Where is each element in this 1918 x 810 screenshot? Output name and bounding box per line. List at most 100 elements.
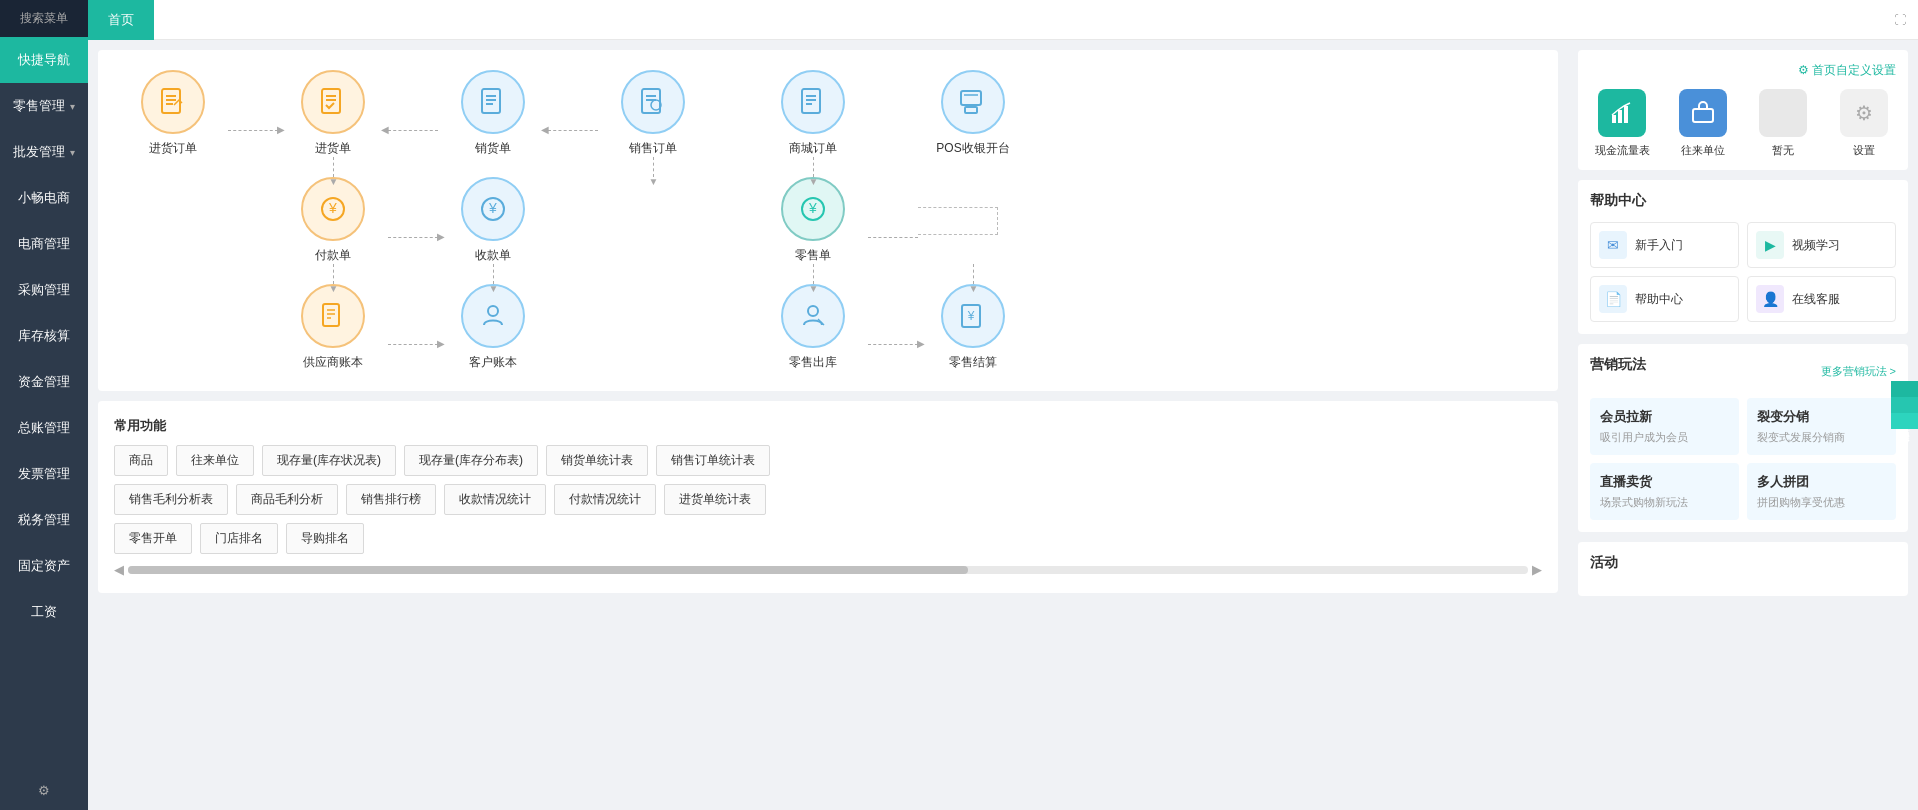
- node-supplier-account[interactable]: 供应商账本: [278, 284, 388, 371]
- node-retail[interactable]: ¥ 零售单: [758, 177, 868, 264]
- sidebar-item-ecom-small[interactable]: 小畅电商: [0, 175, 88, 221]
- sidebar-item-purchase[interactable]: 采购管理: [0, 267, 88, 313]
- icon-pos: [941, 70, 1005, 134]
- v-connector-retail2: [918, 264, 1028, 284]
- sidebar-item-retail[interactable]: 零售管理 ▾: [0, 83, 88, 129]
- none-icon: [1759, 89, 1807, 137]
- float-desktop[interactable]: 桌面快捷: [1891, 413, 1918, 429]
- v-connector-pos: [758, 157, 868, 177]
- sidebar-item-inventory[interactable]: 库存核算: [0, 313, 88, 359]
- common-func-title: 常用功能: [114, 417, 1542, 435]
- qa-settings[interactable]: ⚙ 首页自定义设置: [1590, 62, 1896, 79]
- btn-retail-order[interactable]: 零售开单: [114, 523, 192, 554]
- svg-text:¥: ¥: [808, 200, 817, 216]
- activity-section: 活动: [1578, 542, 1908, 596]
- sidebar-item-assets[interactable]: 固定资产: [0, 543, 88, 589]
- icon-purchase-order: [141, 70, 205, 134]
- content-area: 进货订单 进货单: [88, 40, 1918, 810]
- v-connector-mall: [598, 157, 708, 177]
- float-community[interactable]: 服务社区: [1891, 397, 1918, 413]
- btn-goods[interactable]: 商品: [114, 445, 168, 476]
- float-customer-service[interactable]: 客服热线: [1891, 381, 1918, 397]
- btn-sales-order-stats[interactable]: 销售订单统计表: [656, 445, 770, 476]
- node-payment-out[interactable]: ¥ 付款单: [278, 177, 388, 264]
- btn-goods-profit[interactable]: 商品毛利分析: [236, 484, 338, 515]
- sidebar-item-invoice[interactable]: 发票管理: [0, 451, 88, 497]
- label-customer-account: 客户账本: [469, 354, 517, 371]
- sidebar-item-finance[interactable]: 资金管理: [0, 359, 88, 405]
- svg-rect-39: [1624, 106, 1628, 123]
- marketing-fission[interactable]: 裂变分销 裂变式发展分销商: [1747, 398, 1896, 455]
- func-row-1: 商品 往来单位 现存量(库存状况表) 现存量(库存分布表) 销货单统计表 销售订…: [114, 445, 1542, 476]
- activity-title: 活动: [1590, 554, 1896, 572]
- node-pos[interactable]: POS收银开台: [918, 70, 1028, 157]
- btn-receipt-stats[interactable]: 收款情况统计: [444, 484, 546, 515]
- btn-store-rank[interactable]: 门店排名: [200, 523, 278, 554]
- scroll-thumb: [128, 566, 968, 574]
- sidebar-item-salary[interactable]: 工资: [0, 589, 88, 635]
- sidebar-item-tax[interactable]: 税务管理: [0, 497, 88, 543]
- btn-sales-profit[interactable]: 销售毛利分析表: [114, 484, 228, 515]
- v-connector-payment-out: [278, 264, 388, 284]
- qa-none[interactable]: 暂无: [1751, 89, 1816, 158]
- qa-units[interactable]: 往来单位: [1671, 89, 1736, 158]
- node-sales-order[interactable]: 销售订单: [598, 70, 708, 157]
- help-chat[interactable]: 👤 在线客服: [1747, 276, 1896, 322]
- label-pos: POS收银开台: [936, 140, 1009, 157]
- btn-stock-status[interactable]: 现存量(库存状况表): [262, 445, 396, 476]
- node-retail-settle[interactable]: ¥ 零售结算: [918, 284, 1028, 371]
- btn-payment-stats[interactable]: 付款情况统计: [554, 484, 656, 515]
- node-payment-in[interactable]: ¥ 收款单: [438, 177, 548, 264]
- tab-home[interactable]: 首页: [88, 0, 154, 40]
- arrow-sales-bill-to-purchase: [388, 130, 438, 157]
- help-beginner[interactable]: ✉ 新手入门: [1590, 222, 1739, 268]
- btn-units[interactable]: 往来单位: [176, 445, 254, 476]
- arrow-supplier-to-customer: [388, 344, 438, 371]
- scroll-bar[interactable]: ◀ ▶: [114, 562, 1542, 577]
- help-grid: ✉ 新手入门 ▶ 视频学习 📄 帮助中心 👤 在线客服: [1590, 222, 1896, 322]
- qa-cashflow[interactable]: 现金流量表: [1590, 89, 1655, 158]
- node-sales-bill[interactable]: 销货单: [438, 70, 548, 157]
- node-customer-account[interactable]: 客户账本: [438, 284, 548, 371]
- scroll-right-btn[interactable]: ▶: [1532, 562, 1542, 577]
- node-retail-out[interactable]: 零售出库: [758, 284, 868, 371]
- scroll-left-btn[interactable]: ◀: [114, 562, 124, 577]
- qa-settings-icon[interactable]: ⚙ 设置: [1832, 89, 1897, 158]
- svg-rect-37: [1612, 115, 1616, 123]
- sidebar-item-wholesale[interactable]: 批发管理 ▾: [0, 129, 88, 175]
- more-marketing-link[interactable]: 更多营销玩法 >: [1821, 364, 1896, 379]
- btn-sales-rank[interactable]: 销售排行榜: [346, 484, 436, 515]
- label-retail: 零售单: [795, 247, 831, 264]
- arrow-retail-out-to-settle: [868, 344, 918, 371]
- sidebar-item-ledger[interactable]: 总账管理: [0, 405, 88, 451]
- btn-purchase-stats[interactable]: 进货单统计表: [664, 484, 766, 515]
- v-connector-retail: [758, 264, 868, 284]
- common-functions: 常用功能 商品 往来单位 现存量(库存状况表) 现存量(库存分布表) 销货单统计…: [98, 401, 1558, 593]
- help-center: 帮助中心 ✉ 新手入门 ▶ 视频学习 📄 帮助中心 👤: [1578, 180, 1908, 334]
- node-mall-order[interactable]: 商城订单: [758, 70, 868, 157]
- settings-icon: ⚙: [1840, 89, 1888, 137]
- btn-stock-dist[interactable]: 现存量(库存分布表): [404, 445, 538, 476]
- marketing-member[interactable]: 会员拉新 吸引用户成为会员: [1590, 398, 1739, 455]
- svg-rect-20: [965, 107, 977, 113]
- help-center-item[interactable]: 📄 帮助中心: [1590, 276, 1739, 322]
- label-retail-out: 零售出库: [789, 354, 837, 371]
- func-row-3: 零售开单 门店排名 导购排名: [114, 523, 1542, 554]
- marketing-fission-title: 裂变分销: [1757, 408, 1886, 426]
- help-center-label: 帮助中心: [1635, 291, 1683, 308]
- marketing-live[interactable]: 直播卖货 场景式购物新玩法: [1590, 463, 1739, 520]
- sidebar-item-quick-nav[interactable]: 快捷导航: [0, 37, 88, 83]
- node-purchase-bill[interactable]: 进货单: [278, 70, 388, 157]
- sidebar-item-ecom[interactable]: 电商管理: [0, 221, 88, 267]
- help-video[interactable]: ▶ 视频学习: [1747, 222, 1896, 268]
- marketing-group[interactable]: 多人拼团 拼团购物享受优惠: [1747, 463, 1896, 520]
- label-purchase-bill: 进货单: [315, 140, 351, 157]
- btn-guide-rank[interactable]: 导购排名: [286, 523, 364, 554]
- topbar-fullscreen[interactable]: ⛶: [1894, 13, 1918, 27]
- label-retail-settle: 零售结算: [949, 354, 997, 371]
- func-row-2: 销售毛利分析表 商品毛利分析 销售排行榜 收款情况统计 付款情况统计 进货单统计…: [114, 484, 1542, 515]
- node-purchase-order[interactable]: 进货订单: [118, 70, 228, 157]
- sidebar-gear[interactable]: ⚙: [0, 771, 88, 810]
- sidebar-search[interactable]: 搜索菜单: [0, 0, 88, 37]
- btn-sales-stats[interactable]: 销货单统计表: [546, 445, 648, 476]
